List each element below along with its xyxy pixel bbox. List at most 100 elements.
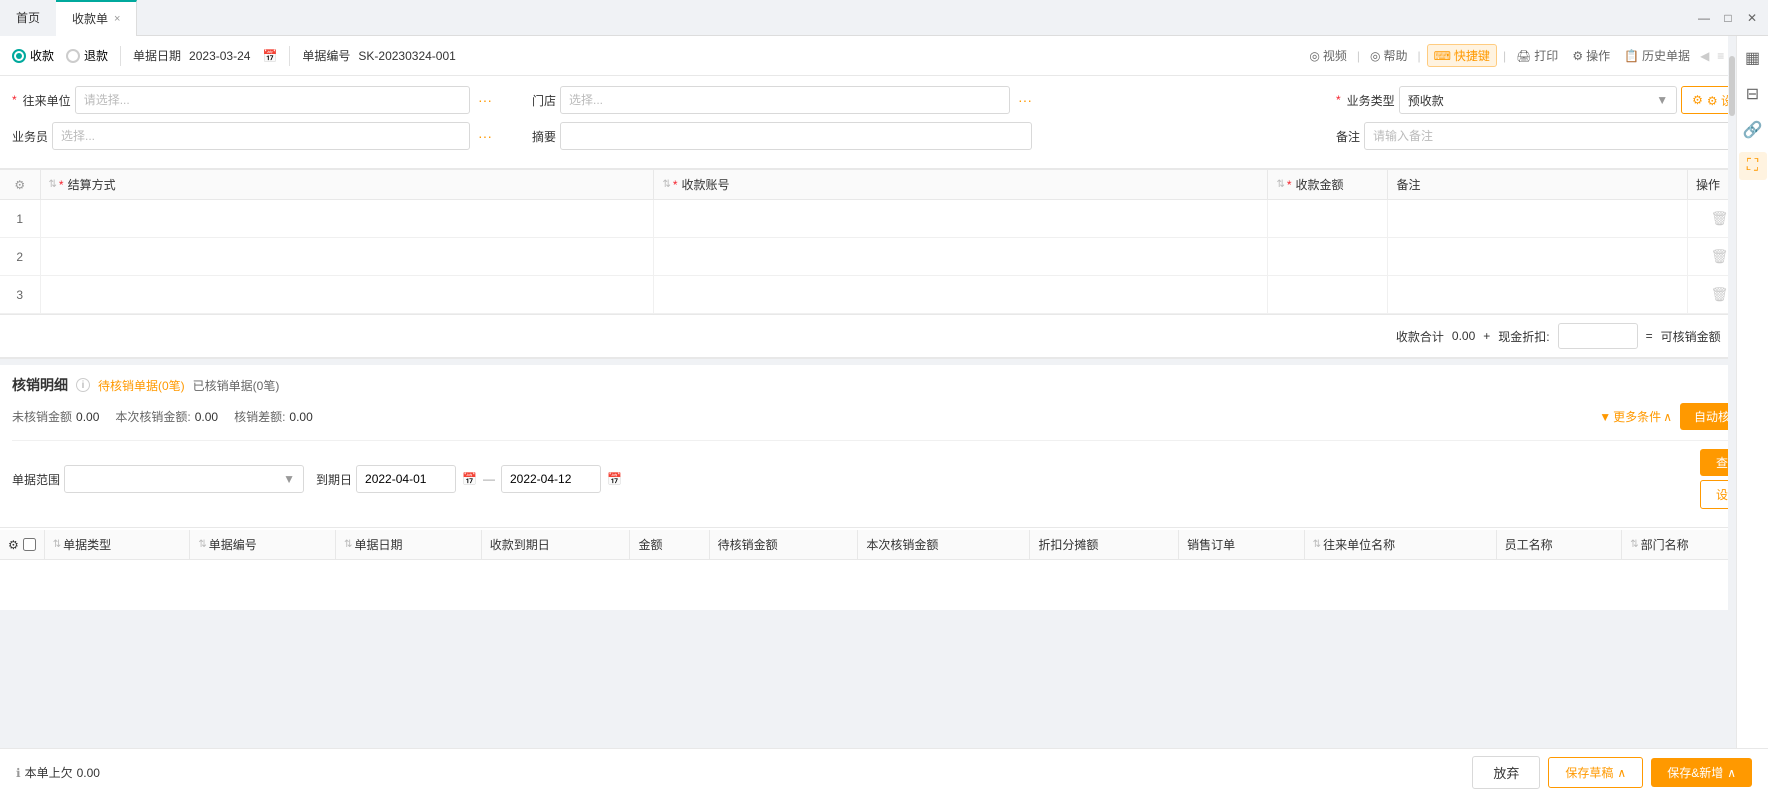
save-new-button[interactable]: 保存&新增 ∧	[1651, 758, 1752, 787]
delete-icon-3[interactable]: 🗑	[1711, 286, 1729, 303]
row-account-3[interactable]	[654, 276, 1268, 314]
range-select[interactable]: ▼	[64, 465, 304, 493]
row-note-2[interactable]	[1388, 238, 1688, 276]
pending-tag[interactable]: 待核销单据(0笔)	[98, 377, 185, 394]
refund-label: 退款	[84, 47, 108, 64]
from-unit-input[interactable]	[75, 86, 470, 114]
row-note-1[interactable]	[1388, 200, 1688, 238]
calendar-icon[interactable]: 📅	[262, 49, 277, 63]
more-conditions-btn[interactable]: ▼ 更多条件 ∧	[1599, 408, 1672, 425]
row-settle-2[interactable]	[40, 238, 654, 276]
form-row-2: 业务员 ··· 摘要 备注	[12, 122, 1756, 150]
operation-button[interactable]: ⚙ 操作	[1568, 45, 1614, 66]
window-controls: — □ ✕	[1696, 10, 1768, 26]
summary-field: 摘要	[532, 122, 1032, 150]
date-from-input[interactable]	[356, 465, 456, 493]
help-button[interactable]: ◎ 帮助	[1366, 45, 1412, 66]
shortcut-button[interactable]: ⌨ 快捷键	[1427, 44, 1497, 67]
total-label: 收款合计	[1396, 328, 1444, 345]
calendar-icon-from[interactable]: 📅	[462, 472, 477, 486]
table-gear-icon[interactable]: ⚙	[14, 178, 25, 192]
bottom-col-amount: 金额	[630, 530, 709, 560]
note-input[interactable]	[1364, 122, 1756, 150]
date-range: 📅 — 📅	[356, 465, 622, 493]
bottom-gear-icon[interactable]: ⚙	[8, 538, 19, 552]
sidebar-link-icon[interactable]: 🔗	[1739, 116, 1767, 144]
tab-receipt[interactable]: 收款单 ×	[56, 0, 137, 36]
date-to-input[interactable]	[501, 465, 601, 493]
from-unit-label: 往来单位	[23, 92, 71, 109]
biz-type-dropdown[interactable]: 预收款 ▼	[1399, 86, 1677, 114]
row-note-3[interactable]	[1388, 276, 1688, 314]
calendar-icon-to[interactable]: 📅	[607, 472, 622, 486]
tab-home[interactable]: 首页	[0, 0, 56, 36]
tab-receipt-label: 收款单	[72, 10, 108, 27]
maximize-button[interactable]: □	[1720, 10, 1736, 26]
number-value: SK-20230324-001	[358, 49, 455, 63]
table-footer: 收款合计 0.00 + 现金折扣: = 可核销金额 0.00	[0, 314, 1768, 359]
refund-radio-dot	[66, 49, 80, 63]
summary-input[interactable]	[560, 122, 1032, 150]
row-index-1: 1	[0, 200, 40, 238]
discount-label: 现金折扣:	[1498, 328, 1549, 345]
unverified-label: 未核销金额	[12, 408, 72, 425]
row-account-1[interactable]	[654, 200, 1268, 238]
bottom-col-doc-type: ⇅单据类型	[44, 530, 190, 560]
row-account-2[interactable]	[654, 238, 1268, 276]
verify-info-icon[interactable]: i	[76, 378, 90, 392]
verify-stats: 未核销金额 0.00 本次核销金额: 0.00 核销差额: 0.00 ▼ 更多条…	[12, 403, 1756, 430]
refund-radio[interactable]: 退款	[66, 47, 108, 64]
bottom-col-unit: ⇅往来单位名称	[1304, 530, 1496, 560]
row-amount-1[interactable]	[1268, 200, 1388, 238]
store-input[interactable]	[560, 86, 1010, 114]
settle-method-header: ⇅ * 结算方式	[40, 170, 654, 200]
bottom-gear-header[interactable]: ⚙	[0, 530, 44, 560]
footer-info-icon[interactable]: ℹ	[16, 766, 21, 780]
save-arrow-icon: ∧	[1727, 766, 1736, 780]
discount-input[interactable]	[1558, 323, 1638, 349]
settings-col-header[interactable]: ⚙	[0, 170, 40, 200]
delete-icon-1[interactable]: 🗑	[1711, 210, 1729, 227]
select-all-checkbox[interactable]	[23, 538, 36, 551]
scroll-thumb[interactable]	[1729, 56, 1735, 116]
discard-button[interactable]: 放弃	[1472, 756, 1540, 789]
save-draft-button[interactable]: 保存草稿 ∧	[1548, 757, 1643, 788]
video-button[interactable]: ◎ 视频	[1305, 45, 1351, 66]
minimize-button[interactable]: —	[1696, 10, 1712, 26]
store-field: 门店 ···	[532, 86, 1032, 114]
delete-icon-2[interactable]: 🗑	[1711, 248, 1729, 265]
store-more-icon[interactable]: ···	[1018, 92, 1032, 108]
toolbar: 收款 退款 单据日期 2023-03-24 📅 单据编号 SK-20230324…	[0, 36, 1768, 76]
row-amount-2[interactable]	[1268, 238, 1388, 276]
row-settle-1[interactable]	[40, 200, 654, 238]
form-row-1: * 往来单位 ··· 门店 ··· * 业务类型 预收款 ▼ ⚙ ⚙ 设置	[12, 86, 1756, 114]
amount-header: ⇅ * 收款金额	[1268, 170, 1388, 200]
close-button[interactable]: ✕	[1744, 10, 1760, 26]
filter-icon: ▼	[1599, 410, 1611, 424]
tab-close-icon[interactable]: ×	[114, 13, 120, 25]
row-settle-3[interactable]	[40, 276, 654, 314]
sidebar-table-icon[interactable]: ▦	[1739, 44, 1767, 72]
due-date-filter: 到期日 📅 — 📅	[316, 465, 622, 493]
biz-type-value: 预收款	[1408, 92, 1444, 109]
history-button[interactable]: 📋 历史单据	[1620, 45, 1694, 66]
staff-more-icon[interactable]: ···	[478, 128, 492, 144]
biz-required: *	[1336, 93, 1341, 107]
receipt-table-container: ⚙ ⇅ * 结算方式 ⇅ * 收款账号	[0, 169, 1768, 314]
from-unit-more-icon[interactable]: ···	[478, 92, 492, 108]
range-filter: 单据范围 ▼	[12, 465, 304, 493]
staff-input[interactable]	[52, 122, 470, 150]
result-label: 可核销金额	[1661, 328, 1721, 345]
sidebar-list-icon[interactable]: ⊟	[1739, 80, 1767, 108]
biz-dropdown-arrow: ▼	[1656, 93, 1668, 107]
done-tag[interactable]: 已核销单据(0笔)	[193, 377, 280, 394]
due-date-label: 到期日	[316, 471, 352, 488]
print-button[interactable]: 🖨 打印	[1512, 45, 1562, 66]
receive-radio[interactable]: 收款	[12, 47, 54, 64]
bottom-col-order: 销售订单	[1179, 530, 1305, 560]
diff-label: 核销差额:	[234, 408, 285, 425]
footer-left: ℹ 本单上欠 0.00	[16, 764, 100, 781]
sidebar-expand-icon[interactable]: ⛶	[1739, 152, 1767, 180]
row-amount-3[interactable]	[1268, 276, 1388, 314]
page-footer: ℹ 本单上欠 0.00 放弃 保存草稿 ∧ 保存&新增 ∧	[0, 748, 1768, 796]
